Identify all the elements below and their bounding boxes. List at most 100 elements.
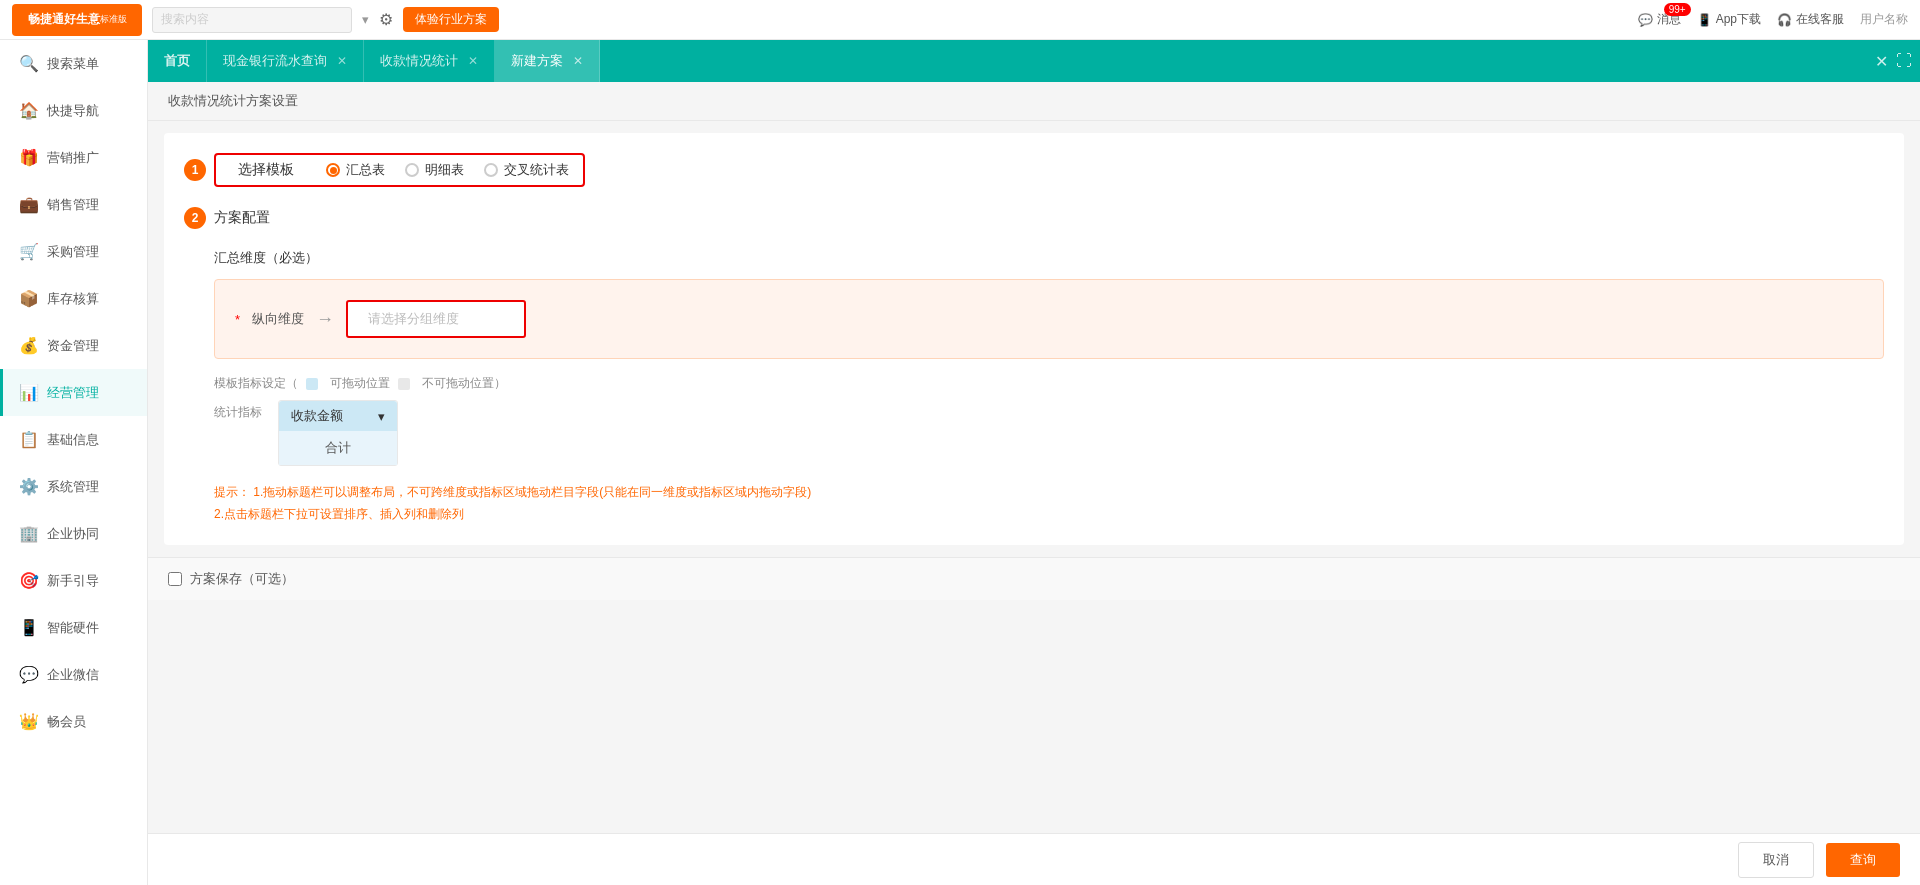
save-section: 方案保存（可选） (148, 557, 1920, 600)
metric-container: 收款金额 ▾ 合计 (278, 400, 398, 466)
logo: 畅捷通好生意 标准版 (12, 4, 142, 36)
stat-label: 统计指标 (214, 404, 262, 421)
radio-summary-circle (326, 163, 340, 177)
tab-receipt-stats[interactable]: 收款情况统计 ✕ (364, 40, 495, 82)
tab-bar-actions: ✕ ⛶ (1875, 52, 1920, 71)
radio-detail[interactable]: 明细表 (405, 161, 464, 179)
download-link[interactable]: 📱 App下载 (1697, 11, 1761, 28)
sidebar-item-finance[interactable]: 💰 资金管理 (0, 322, 147, 369)
tips-section: 提示： 1.拖动标题栏可以调整布局，不可跨维度或指标区域拖动栏目字段(只能在同一… (214, 482, 1884, 525)
crown-icon: 👑 (19, 712, 39, 731)
tab-receipt-stats-close-icon[interactable]: ✕ (468, 54, 478, 68)
metric-body: 合计 (279, 431, 397, 465)
cancel-button[interactable]: 取消 (1738, 842, 1814, 878)
user-name: 用户名称 (1860, 11, 1908, 28)
arrow-icon: → (316, 309, 334, 330)
tab-bank-flow[interactable]: 现金银行流水查询 ✕ (207, 40, 364, 82)
settings-icon[interactable]: ⚙ (379, 10, 393, 29)
bottom-bar: 取消 查询 (148, 833, 1920, 885)
radio-cross-circle (484, 163, 498, 177)
step2-label: 方案配置 (214, 209, 270, 227)
home-icon: 🏠 (19, 101, 39, 120)
sidebar-item-sales[interactable]: 💼 销售管理 (0, 181, 147, 228)
sidebar-item-enterprise[interactable]: 🏢 企业协同 (0, 510, 147, 557)
page-content: 收款情况统计方案设置 1 选择模板 汇总表 (148, 82, 1920, 833)
building-icon: 🏢 (19, 524, 39, 543)
template-radio-group: 汇总表 明细表 交叉统计表 (326, 161, 569, 179)
box-icon: 📦 (19, 289, 39, 308)
hint-row: 模板指标设定（ 可拖动位置 不可拖动位置） (214, 375, 1884, 392)
save-label: 方案保存（可选） (190, 570, 294, 588)
non-draggable-hint-box (398, 378, 410, 390)
tab-bar: 首页 现金银行流水查询 ✕ 收款情况统计 ✕ 新建方案 ✕ ✕ ⛶ (148, 40, 1920, 82)
radio-cross[interactable]: 交叉统计表 (484, 161, 569, 179)
sidebar-item-system[interactable]: ⚙️ 系统管理 (0, 463, 147, 510)
sidebar-item-purchase[interactable]: 🛒 采购管理 (0, 228, 147, 275)
search-box: 搜索内容 (152, 7, 352, 33)
search-icon: 🔍 (19, 54, 39, 73)
main-layout: 🔍 搜索菜单 🏠 快捷导航 🎁 营销推广 💼 销售管理 🛒 采购管理 📦 库存核… (0, 40, 1920, 885)
top-bar: 畅捷通好生意 标准版 搜索内容 ▾ ⚙ 体验行业方案 💬 消息 99+ 📱 Ap… (0, 0, 1920, 40)
support-link[interactable]: 🎧 在线客服 (1777, 11, 1844, 28)
form-card: 1 选择模板 汇总表 明细表 (164, 133, 1904, 545)
step1-label: 选择模板 (238, 161, 294, 179)
search-dropdown-icon[interactable]: ▾ (362, 12, 369, 27)
sidebar-item-wechat[interactable]: 💬 企业微信 (0, 651, 147, 698)
top-bar-right: 💬 消息 99+ 📱 App下载 🎧 在线客服 用户名称 (1638, 11, 1908, 28)
tab-home[interactable]: 首页 (148, 40, 207, 82)
maximize-button[interactable]: ⛶ (1896, 52, 1912, 70)
phone-icon: 📱 (19, 618, 39, 637)
radio-summary[interactable]: 汇总表 (326, 161, 385, 179)
metric-dropdown-icon[interactable]: ▾ (378, 409, 385, 424)
messages-badge[interactable]: 💬 消息 99+ (1638, 11, 1681, 28)
sidebar-item-search[interactable]: 🔍 搜索菜单 (0, 40, 147, 87)
tip1: 提示： 1.拖动标题栏可以调整布局，不可跨维度或指标区域拖动栏目字段(只能在同一… (214, 482, 1884, 504)
step1-num: 1 (184, 159, 206, 181)
tip2: 2.点击标题栏下拉可设置排序、插入列和删除列 (214, 504, 1884, 526)
chat-icon: 💬 (19, 665, 39, 684)
target-icon: 🎯 (19, 571, 39, 590)
dimension-section-title: 汇总维度（必选） (214, 249, 1884, 267)
metric-header[interactable]: 收款金额 ▾ (279, 401, 397, 431)
dimension-area: * 纵向维度 → 请选择分组维度 (214, 279, 1884, 359)
sidebar-item-hardware[interactable]: 📱 智能硬件 (0, 604, 147, 651)
gear-icon: ⚙️ (19, 477, 39, 496)
draggable-hint-label: 可拖动位置 (330, 375, 390, 392)
gift-icon: 🎁 (19, 148, 39, 167)
config-body: 汇总维度（必选） * 纵向维度 → 请选择分组维度 (214, 249, 1884, 525)
briefcase-icon: 💼 (19, 195, 39, 214)
tab-bank-flow-close-icon[interactable]: ✕ (337, 54, 347, 68)
sidebar-item-quick-nav[interactable]: 🏠 快捷导航 (0, 87, 147, 134)
sidebar-item-guide[interactable]: 🎯 新手引导 (0, 557, 147, 604)
list-icon: 📋 (19, 430, 39, 449)
step1-row: 1 选择模板 汇总表 明细表 (184, 153, 1884, 187)
sidebar-item-marketing[interactable]: 🎁 营销推广 (0, 134, 147, 181)
sidebar: 🔍 搜索菜单 🏠 快捷导航 🎁 营销推广 💼 销售管理 🛒 采购管理 📦 库存核… (0, 40, 148, 885)
metric-layout: 统计指标 收款金额 ▾ 合计 (214, 400, 1884, 466)
money-icon: 💰 (19, 336, 39, 355)
section-header: 收款情况统计方案设置 (148, 82, 1920, 121)
sidebar-item-basic-info[interactable]: 📋 基础信息 (0, 416, 147, 463)
tab-new-plan[interactable]: 新建方案 ✕ (495, 40, 600, 82)
draggable-hint-box (306, 378, 318, 390)
step2-num: 2 (184, 207, 206, 229)
vertical-label: 纵向维度 (252, 310, 304, 328)
trial-button[interactable]: 体验行业方案 (403, 7, 499, 32)
required-star: * (235, 312, 240, 327)
sidebar-item-member[interactable]: 👑 畅会员 (0, 698, 147, 745)
query-button[interactable]: 查询 (1826, 843, 1900, 877)
sidebar-item-inventory[interactable]: 📦 库存核算 (0, 275, 147, 322)
radio-detail-circle (405, 163, 419, 177)
group-dimension-selector[interactable]: 请选择分组维度 (346, 300, 526, 338)
close-window-button[interactable]: ✕ (1875, 52, 1888, 71)
sidebar-item-operation[interactable]: 📊 经营管理 (0, 369, 147, 416)
cart-icon: 🛒 (19, 242, 39, 261)
metric-section: 模板指标设定（ 可拖动位置 不可拖动位置） 统计指标 收款金额 ▾ (214, 375, 1884, 466)
dimension-row: * 纵向维度 → 请选择分组维度 (235, 300, 1863, 338)
chart-icon: 📊 (19, 383, 39, 402)
content-area: 首页 现金银行流水查询 ✕ 收款情况统计 ✕ 新建方案 ✕ ✕ ⛶ (148, 40, 1920, 885)
step2-row: 2 方案配置 (184, 207, 1884, 229)
tab-new-plan-close-icon[interactable]: ✕ (573, 54, 583, 68)
save-checkbox[interactable] (168, 572, 182, 586)
non-draggable-hint-label: 不可拖动位置） (422, 375, 506, 392)
